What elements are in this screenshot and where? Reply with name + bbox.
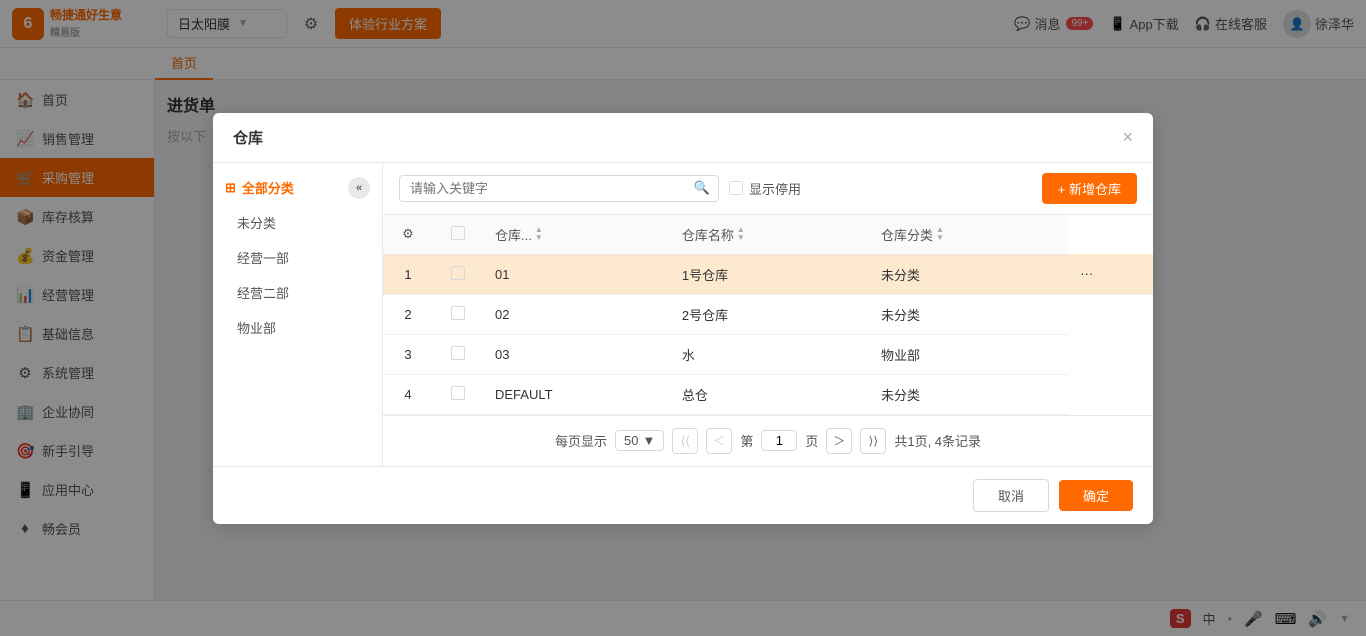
col-settings: ⚙ xyxy=(383,215,433,255)
chevron-down-icon: ▼ xyxy=(642,433,655,448)
show-disabled-label: 显示停用 xyxy=(749,179,801,198)
left-panel: ⊞ 全部分类 « 未分类 经营一部 经营二部 物业部 xyxy=(213,163,383,466)
col-name: 仓库名称 ▲▼ xyxy=(670,215,869,255)
show-disabled-checkbox[interactable] xyxy=(729,181,743,195)
col-category: 仓库分类 ▲▼ xyxy=(869,215,1068,255)
row-index: 2 xyxy=(383,294,433,334)
row-actions[interactable]: ··· xyxy=(1068,254,1153,294)
pagination-bar: 每页显示 50 ▼ ⟨⟨ ＜ 第 页 ＞ ⟩⟩ 共1页, 4条记录 xyxy=(383,415,1153,466)
show-disabled-option: 显示停用 xyxy=(729,179,801,198)
header-checkbox[interactable] xyxy=(451,226,465,240)
modal-overlay: 仓库 × ⊞ 全部分类 « 未分类 经营一部 经营二部 xyxy=(0,0,1366,636)
per-page-select[interactable]: 50 ▼ xyxy=(615,430,664,451)
row-code: 01 xyxy=(483,254,670,294)
modal-body: ⊞ 全部分类 « 未分类 经营一部 经营二部 物业部 xyxy=(213,163,1153,466)
col-checkbox xyxy=(433,215,483,255)
sort-arrows-name: ▲▼ xyxy=(737,226,745,242)
confirm-button[interactable]: 确定 xyxy=(1059,480,1133,511)
category-item-dept2[interactable]: 经营二部 xyxy=(213,275,382,310)
right-panel: 🔍 显示停用 + 新增仓库 ⚙ xyxy=(383,163,1153,466)
sort-arrows-code: ▲▼ xyxy=(535,226,543,242)
row-category: 未分类 xyxy=(869,374,1068,414)
row-name: 水 xyxy=(670,334,869,374)
table-header-row: ⚙ 仓库... ▲▼ 仓库名称 xyxy=(383,215,1153,255)
row-code: DEFAULT xyxy=(483,374,670,414)
sort-arrows-cat: ▲▼ xyxy=(936,226,944,242)
row-code: 03 xyxy=(483,334,670,374)
row-index: 4 xyxy=(383,374,433,414)
search-input[interactable] xyxy=(400,176,686,201)
collapse-button[interactable]: « xyxy=(348,177,370,199)
row-checkbox[interactable] xyxy=(451,266,465,280)
row-checkbox[interactable] xyxy=(451,346,465,360)
all-categories-header[interactable]: ⊞ 全部分类 « xyxy=(213,171,382,205)
page-input[interactable] xyxy=(761,430,797,451)
per-page-value: 50 xyxy=(624,433,638,448)
search-icon-button[interactable]: 🔍 xyxy=(686,180,718,196)
category-item-dept1[interactable]: 经营一部 xyxy=(213,240,382,275)
row-index: 3 xyxy=(383,334,433,374)
first-page-button[interactable]: ⟨⟨ xyxy=(672,428,698,454)
modal-footer: 取消 确定 xyxy=(213,466,1153,524)
category-item-uncategorized[interactable]: 未分类 xyxy=(213,205,382,240)
search-box: 🔍 xyxy=(399,175,719,202)
total-records: 共1页, 4条记录 xyxy=(894,431,981,450)
warehouse-modal: 仓库 × ⊞ 全部分类 « 未分类 经营一部 经营二部 xyxy=(213,113,1153,524)
modal-close-button[interactable]: × xyxy=(1122,128,1133,146)
next-page-button[interactable]: ＞ xyxy=(826,428,852,454)
row-code: 02 xyxy=(483,294,670,334)
new-warehouse-button[interactable]: + 新增仓库 xyxy=(1042,173,1137,204)
page-label: 第 xyxy=(740,431,753,450)
table-row[interactable]: 3 03 水 物业部 xyxy=(383,334,1153,374)
table-row[interactable]: 4 DEFAULT 总仓 未分类 xyxy=(383,374,1153,414)
row-name: 2号仓库 xyxy=(670,294,869,334)
row-checkbox[interactable] xyxy=(451,306,465,320)
table-row[interactable]: 1 01 1号仓库 未分类 ··· xyxy=(383,254,1153,294)
row-checkbox[interactable] xyxy=(451,386,465,400)
per-page-label: 每页显示 xyxy=(555,431,607,450)
right-toolbar: 🔍 显示停用 + 新增仓库 xyxy=(383,163,1153,215)
prev-page-button[interactable]: ＜ xyxy=(706,428,732,454)
row-name: 总仓 xyxy=(670,374,869,414)
modal-header: 仓库 × xyxy=(213,113,1153,163)
cancel-button[interactable]: 取消 xyxy=(973,479,1049,512)
grid-icon: ⊞ xyxy=(225,180,236,196)
page-suffix: 页 xyxy=(805,431,818,450)
modal-title: 仓库 xyxy=(233,127,263,148)
all-categories-label: 全部分类 xyxy=(242,178,294,197)
warehouse-table: ⚙ 仓库... ▲▼ 仓库名称 xyxy=(383,215,1153,415)
row-name: 1号仓库 xyxy=(670,254,869,294)
row-index: 1 xyxy=(383,254,433,294)
row-category: 未分类 xyxy=(869,294,1068,334)
row-category: 物业部 xyxy=(869,334,1068,374)
last-page-button[interactable]: ⟩⟩ xyxy=(860,428,886,454)
row-category: 未分类 xyxy=(869,254,1068,294)
category-item-property[interactable]: 物业部 xyxy=(213,310,382,345)
table-row[interactable]: 2 02 2号仓库 未分类 xyxy=(383,294,1153,334)
col-code: 仓库... ▲▼ xyxy=(483,215,670,255)
search-icon: 🔍 xyxy=(694,180,710,196)
